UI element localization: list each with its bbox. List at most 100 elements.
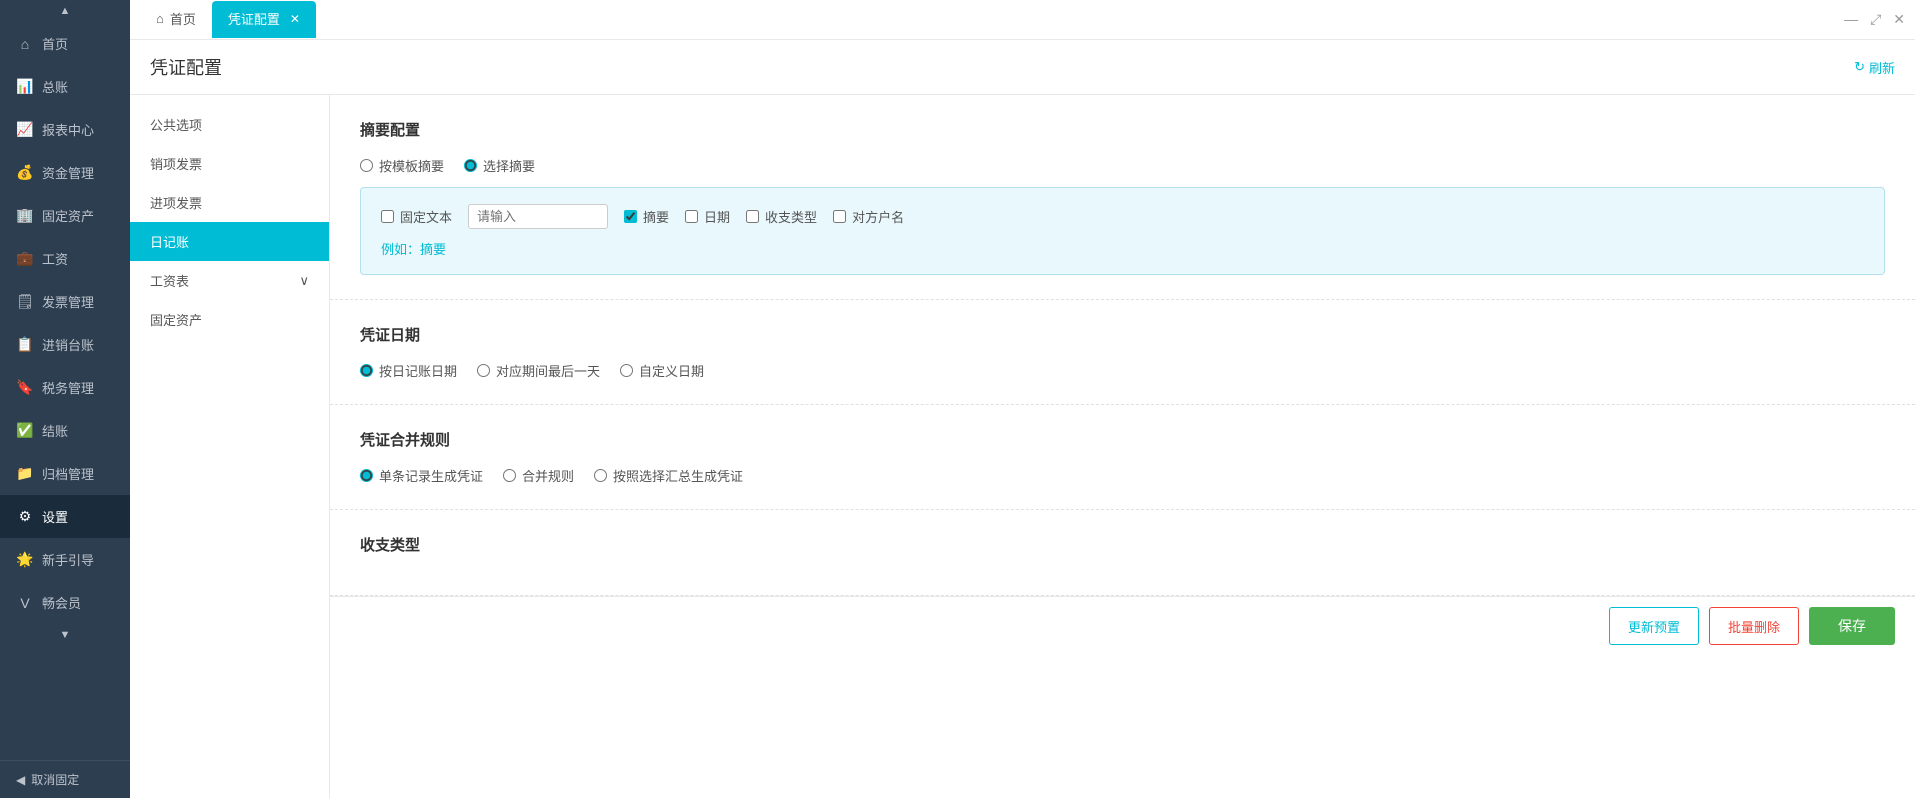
fixed-text-checkbox[interactable]	[381, 210, 394, 223]
abstract-check-label: 摘要	[643, 207, 669, 226]
sidebar-item-label: 新手引导	[42, 550, 94, 569]
counterpart-option[interactable]: 对方户名	[833, 207, 904, 226]
sidebar-item-label: 税务管理	[42, 378, 94, 397]
right-content: 摘要配置 按模板摘要 选择摘要	[330, 95, 1915, 798]
page-header: 凭证配置 ↻ 刷新	[130, 40, 1915, 95]
refresh-button[interactable]: ↻ 刷新	[1854, 58, 1895, 77]
minimize-button[interactable]: —	[1844, 11, 1858, 28]
tab-home-icon: ⌂	[156, 11, 164, 26]
abstract-select-radio[interactable]	[464, 159, 477, 172]
select-summary-label: 按照选择汇总生成凭证	[613, 466, 743, 485]
merge-options-group: 单条记录生成凭证 合并规则 按照选择汇总生成凭证	[360, 466, 1885, 485]
page-title: 凭证配置	[150, 54, 222, 80]
bottom-bar: 更新预置 批量删除 保存	[330, 596, 1915, 655]
left-nav-journal[interactable]: 日记账	[130, 222, 329, 261]
left-nav-sales-invoice[interactable]: 销项发票	[130, 144, 329, 183]
last-day-option[interactable]: 对应期间最后一天	[477, 361, 600, 380]
sidebar-item-home[interactable]: ⌂ 首页	[0, 22, 130, 65]
tab-close-icon[interactable]: ✕	[290, 12, 300, 26]
guide-icon: 🌟	[16, 551, 34, 568]
purchasesales-icon: 📋	[16, 336, 34, 353]
last-day-label: 对应期间最后一天	[496, 361, 600, 380]
journal-date-radio[interactable]	[360, 364, 373, 377]
abstract-template-radio[interactable]	[360, 159, 373, 172]
abstract-check-option[interactable]: 摘要	[624, 207, 669, 226]
income-type-option[interactable]: 收支类型	[746, 207, 817, 226]
custom-date-option[interactable]: 自定义日期	[620, 361, 704, 380]
merge-rule-option[interactable]: 合并规则	[503, 466, 574, 485]
sidebar-item-funds[interactable]: 💰 资金管理	[0, 151, 130, 194]
sidebar-item-assets[interactable]: 🏢 固定资产	[0, 194, 130, 237]
abstract-select-label: 选择摘要	[483, 156, 535, 175]
select-summary-radio[interactable]	[594, 469, 607, 482]
vip-icon: V	[16, 595, 34, 611]
tab-home[interactable]: ⌂ 首页	[140, 1, 212, 38]
archive-icon: 📁	[16, 465, 34, 482]
sidebar-scroll-up[interactable]: ▲	[0, 0, 130, 22]
ledger-icon: 📊	[16, 78, 34, 95]
refresh-icon: ↻	[1854, 59, 1865, 75]
fixed-text-input[interactable]	[468, 204, 608, 229]
sidebar: ▲ ⌂ 首页 📊 总账 📈 报表中心 💰 资金管理 🏢 固定资产 💼 工资 🗒 …	[0, 0, 130, 798]
sidebar-item-purchasesales[interactable]: 📋 进销台账	[0, 323, 130, 366]
journal-date-option[interactable]: 按日记账日期	[360, 361, 457, 380]
abstract-mode-group: 按模板摘要 选择摘要	[360, 156, 1885, 175]
fixed-text-label: 固定文本	[400, 207, 452, 226]
update-preview-button[interactable]: 更新预置	[1609, 607, 1699, 645]
sidebar-item-archive[interactable]: 📁 归档管理	[0, 452, 130, 495]
sidebar-item-settings[interactable]: ⚙ 设置	[0, 495, 130, 538]
sidebar-item-label: 报表中心	[42, 120, 94, 139]
merge-section: 凭证合并规则 单条记录生成凭证 合并规则 按照选择汇总生成凭证	[330, 405, 1915, 510]
left-nav-label: 工资表	[150, 271, 189, 290]
income-type-section-title: 收支类型	[360, 534, 1885, 555]
merge-rule-radio[interactable]	[503, 469, 516, 482]
counterpart-checkbox[interactable]	[833, 210, 846, 223]
single-record-label: 单条记录生成凭证	[379, 466, 483, 485]
sidebar-item-vip[interactable]: V 畅会员	[0, 581, 130, 624]
close-button[interactable]: ✕	[1893, 11, 1905, 28]
left-nav-payroll-table[interactable]: 工资表 ∨	[130, 261, 329, 300]
fixed-text-option[interactable]: 固定文本	[381, 207, 452, 226]
abstract-template-option[interactable]: 按模板摘要	[360, 156, 444, 175]
abstract-section-title: 摘要配置	[360, 119, 1885, 140]
single-record-radio[interactable]	[360, 469, 373, 482]
sidebar-item-tax[interactable]: 🔖 税务管理	[0, 366, 130, 409]
custom-date-radio[interactable]	[620, 364, 633, 377]
merge-section-title: 凭证合并规则	[360, 429, 1885, 450]
window-controls: — ⤢ ✕	[1844, 11, 1905, 28]
sidebar-item-label: 首页	[42, 34, 68, 53]
date-options-group: 按日记账日期 对应期间最后一天 自定义日期	[360, 361, 1885, 380]
custom-date-label: 自定义日期	[639, 361, 704, 380]
sidebar-item-report[interactable]: 📈 报表中心	[0, 108, 130, 151]
sidebar-item-label: 畅会员	[42, 593, 81, 612]
sidebar-unpin-button[interactable]: ◀ 取消固定	[0, 760, 130, 798]
tab-voucher-config[interactable]: 凭证配置 ✕	[212, 1, 316, 38]
sidebar-item-invoice[interactable]: 🗒 发票管理	[0, 280, 130, 323]
maximize-button[interactable]: ⤢	[1870, 11, 1881, 28]
left-nav-fixed-assets[interactable]: 固定资产	[130, 300, 329, 339]
sidebar-item-ledger[interactable]: 📊 总账	[0, 65, 130, 108]
left-nav-public[interactable]: 公共选项	[130, 105, 329, 144]
settings-icon: ⚙	[16, 508, 34, 525]
sidebar-item-guide[interactable]: 🌟 新手引导	[0, 538, 130, 581]
last-day-radio[interactable]	[477, 364, 490, 377]
sidebar-item-settle[interactable]: ✅ 结账	[0, 409, 130, 452]
date-section: 凭证日期 按日记账日期 对应期间最后一天 自定义日期	[330, 300, 1915, 405]
sidebar-item-label: 发票管理	[42, 292, 94, 311]
abstract-checkbox[interactable]	[624, 210, 637, 223]
abstract-template-label: 按模板摘要	[379, 156, 444, 175]
save-button[interactable]: 保存	[1809, 607, 1895, 645]
single-record-option[interactable]: 单条记录生成凭证	[360, 466, 483, 485]
abstract-select-option[interactable]: 选择摘要	[464, 156, 535, 175]
sidebar-item-payroll[interactable]: 💼 工资	[0, 237, 130, 280]
income-type-section: 收支类型	[330, 510, 1915, 596]
select-summary-option[interactable]: 按照选择汇总生成凭证	[594, 466, 743, 485]
sidebar-scroll-down[interactable]: ▼	[0, 624, 130, 646]
batch-delete-button[interactable]: 批量删除	[1709, 607, 1799, 645]
date-checkbox[interactable]	[685, 210, 698, 223]
left-nav-purchase-invoice[interactable]: 进项发票	[130, 183, 329, 222]
abstract-section: 摘要配置 按模板摘要 选择摘要	[330, 95, 1915, 300]
main-area: ⌂ 首页 凭证配置 ✕ — ⤢ ✕ 凭证配置 ↻ 刷新 公共选项	[130, 0, 1915, 798]
date-check-option[interactable]: 日期	[685, 207, 730, 226]
income-type-checkbox[interactable]	[746, 210, 759, 223]
